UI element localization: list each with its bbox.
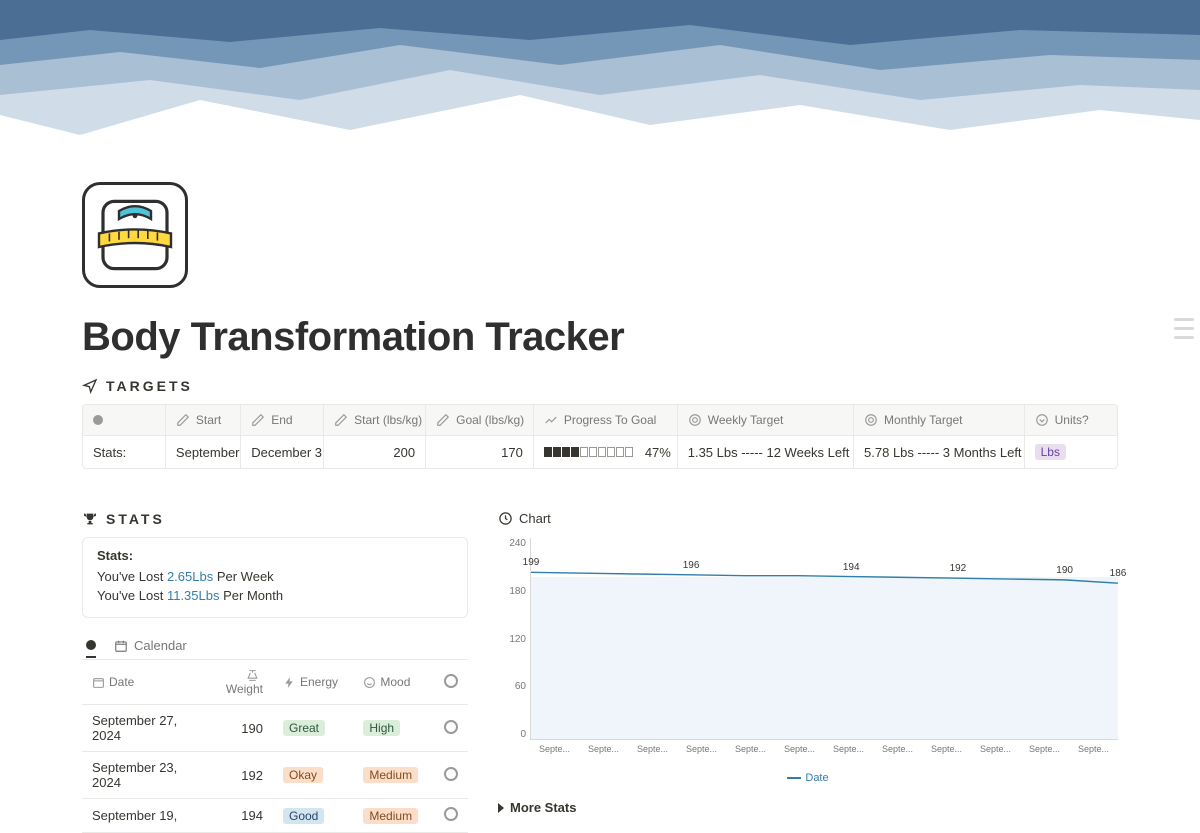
calendar-icon <box>92 676 105 689</box>
calendar-icon <box>114 639 128 653</box>
col-goal-weight: Goal (lbs/kg) <box>456 413 524 427</box>
row-name: Stats: <box>83 436 166 468</box>
more-stats-label: More Stats <box>510 800 576 815</box>
data-label: 194 <box>843 562 860 573</box>
triangle-right-icon <box>498 803 504 813</box>
col-weight: Weight <box>226 682 263 696</box>
col-progress: Progress To Goal <box>564 413 657 427</box>
stats-card[interactable]: Stats: You've Lost 2.65Lbs Per Week You'… <box>82 537 468 618</box>
side-drag-handles[interactable] <box>1174 318 1194 339</box>
chart-header: Chart <box>498 511 1118 526</box>
col-end: End <box>271 413 292 427</box>
progress-pct: 47% <box>645 445 671 460</box>
tab-calendar[interactable]: Calendar <box>114 638 187 653</box>
col-energy: Energy <box>300 675 338 689</box>
targets-data-row[interactable]: Stats: September 1, December 31 200 170 … <box>83 436 1117 468</box>
row-units[interactable]: Lbs <box>1025 436 1117 468</box>
dot-icon <box>93 415 103 425</box>
data-label: 199 <box>523 557 540 568</box>
col-mood: Mood <box>380 675 410 689</box>
targets-header: TARGETS <box>82 378 1118 394</box>
targets-heading-text: TARGETS <box>106 378 193 394</box>
pencil-icon <box>436 413 450 427</box>
x-axis: Septe...Septe...Septe...Septe...Septe...… <box>530 744 1118 768</box>
col-start: Start <box>196 413 221 427</box>
progress-bar <box>544 447 633 457</box>
stats-table: Date Weight Energy Mood September 27, 20… <box>82 660 468 833</box>
target-icon <box>864 413 878 427</box>
stats-header: STATS <box>82 511 468 527</box>
row-end[interactable]: December 31 <box>241 436 324 468</box>
scale-icon <box>246 669 259 682</box>
data-label: 192 <box>950 563 967 574</box>
table-row[interactable]: September 19,194GoodMedium <box>82 799 468 833</box>
chart-title: Chart <box>519 511 551 526</box>
cover-image <box>0 0 1200 175</box>
bolt-icon <box>283 676 296 689</box>
data-label: 196 <box>683 560 700 571</box>
table-row[interactable]: September 27, 2024190GreatHigh <box>82 705 468 752</box>
plot-area: 199196194192190186 <box>530 538 1118 740</box>
pencil-icon <box>176 413 190 427</box>
row-start[interactable]: September 1, <box>166 436 241 468</box>
row-progress: 47% <box>534 436 678 468</box>
chart-legend: Date <box>498 772 1118 784</box>
trophy-icon <box>82 511 98 527</box>
table-row[interactable]: September 23, 2024192OkayMedium <box>82 752 468 799</box>
chart-icon <box>544 413 558 427</box>
data-label: 186 <box>1110 568 1127 579</box>
col-date: Date <box>109 675 134 689</box>
chart: 240180120600 199196194192190186 Septe...… <box>498 538 1118 768</box>
col-monthly: Monthly Target <box>884 413 963 427</box>
stats-line-1: You've Lost 2.65Lbs Per Week <box>97 569 453 584</box>
stats-line-2: You've Lost 11.35Lbs Per Month <box>97 588 453 603</box>
pencil-icon <box>334 413 348 427</box>
pencil-icon <box>251 413 265 427</box>
row-weekly: 1.35 Lbs ----- 12 Weeks Left <box>678 436 854 468</box>
clock-icon <box>498 511 513 526</box>
units-tag: Lbs <box>1035 444 1066 460</box>
row-goal-weight[interactable]: 170 <box>426 436 534 468</box>
page-title: Body Transformation Tracker <box>82 315 1118 360</box>
page-icon <box>82 182 188 288</box>
smile-icon <box>363 676 376 689</box>
col-weekly: Weekly Target <box>708 413 784 427</box>
chevron-down-icon <box>1035 413 1049 427</box>
target-icon <box>688 413 702 427</box>
col-units: Units? <box>1055 413 1089 427</box>
stats-heading-text: STATS <box>106 511 165 527</box>
tab-default[interactable] <box>86 640 96 658</box>
data-label: 190 <box>1056 565 1073 576</box>
targets-header-row: Start End Start (lbs/kg) Goal (lbs/kg) P… <box>83 405 1117 436</box>
more-stats-toggle[interactable]: More Stats <box>498 800 1118 815</box>
stats-tabs: Calendar <box>82 632 468 660</box>
target-pin-icon <box>82 378 98 394</box>
row-start-weight[interactable]: 200 <box>324 436 426 468</box>
row-monthly: 5.78 Lbs ----- 3 Months Left <box>854 436 1025 468</box>
circle-icon <box>444 674 458 688</box>
col-start-weight: Start (lbs/kg) <box>354 413 422 427</box>
stats-card-title: Stats: <box>97 548 453 563</box>
tab-calendar-label: Calendar <box>134 638 187 653</box>
dot-icon <box>86 640 96 650</box>
targets-table: Start End Start (lbs/kg) Goal (lbs/kg) P… <box>82 404 1118 469</box>
